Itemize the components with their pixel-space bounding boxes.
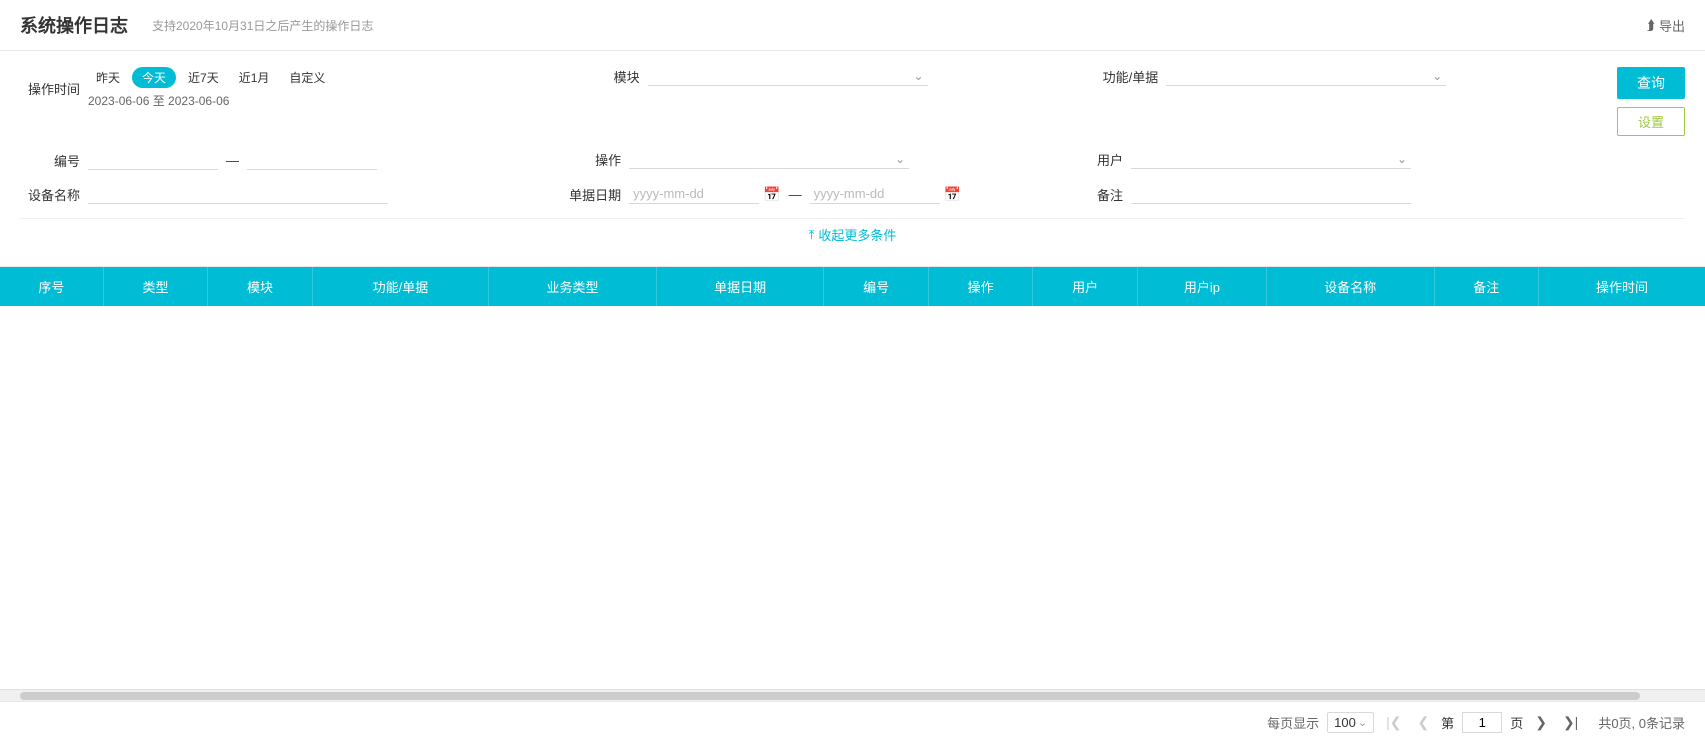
page-unit: 页	[1510, 713, 1523, 732]
settings-button[interactable]: 设置	[1617, 107, 1685, 136]
collapse-label: 收起更多条件	[818, 225, 896, 244]
time-label: 操作时间	[20, 79, 80, 98]
col-operation: 操作	[928, 267, 1032, 306]
operation-label: 操作	[561, 150, 621, 169]
operation-select-arrow: ⌄	[895, 152, 905, 166]
page-prev-button[interactable]: ❮	[1413, 712, 1433, 733]
device-label: 设备名称	[20, 185, 80, 204]
col-type: 类型	[103, 267, 207, 306]
col-function: 功能/单据	[312, 267, 488, 306]
export-button[interactable]: ⮭ 导出	[1647, 16, 1685, 35]
number-input-from[interactable]	[88, 150, 218, 170]
filter-user: 用户 ⌄	[1053, 150, 1545, 169]
query-button[interactable]: 查询	[1617, 67, 1685, 99]
remark-label: 备注	[1053, 185, 1123, 204]
filter-function: 功能/单据 ⌄	[1088, 67, 1597, 86]
per-page-value: 100	[1334, 715, 1356, 730]
operation-select[interactable]: ⌄	[629, 150, 909, 169]
filter-number: 编号 —	[20, 150, 561, 170]
col-userip: 用户ip	[1137, 267, 1266, 306]
date-dash: —	[789, 187, 802, 202]
time-range: 2023-06-06 至 2023-06-06	[88, 92, 333, 109]
module-select[interactable]: ⌄	[648, 67, 928, 86]
time-btn-today[interactable]: 今天	[132, 67, 176, 88]
page-last-button[interactable]: ❯|	[1559, 712, 1582, 733]
time-filter-group: 昨天 今天 近7天 近1月 自定义 2023-06-06 至 2023-06-0…	[88, 67, 333, 109]
filter-date: 单据日期 📅 — 📅	[561, 184, 1053, 204]
table-header-row: 序号 类型 模块 功能/单据 业务类型 单据日期 编号 操作 用户 用户ip 设…	[0, 267, 1705, 306]
page-first-button[interactable]: |❮	[1382, 712, 1405, 733]
remark-input[interactable]	[1131, 184, 1411, 204]
col-remark: 备注	[1434, 267, 1538, 306]
table-body	[0, 306, 1705, 666]
time-btn-custom[interactable]: 自定义	[281, 67, 333, 88]
scrollbar-thumb[interactable]	[20, 692, 1640, 700]
page-total: 共0页, 0条记录	[1598, 713, 1685, 732]
page-wrapper: 系统操作日志 支持2020年10月31日之后产生的操作日志 ⮭ 导出 操作时间 …	[0, 0, 1705, 743]
device-input[interactable]	[88, 184, 388, 204]
export-label: 导出	[1659, 16, 1685, 35]
filter-row-2: 编号 — 操作 ⌄ 用户 ⌄	[20, 150, 1685, 170]
filter-row-1: 操作时间 昨天 今天 近7天 近1月 自定义 2023-06-06 至 2023…	[20, 67, 1685, 136]
table-wrapper: 序号 类型 模块 功能/单据 业务类型 单据日期 编号 操作 用户 用户ip 设…	[0, 267, 1705, 689]
filter-area: 操作时间 昨天 今天 近7天 近1月 自定义 2023-06-06 至 2023…	[0, 51, 1705, 267]
page-next-button[interactable]: ❯	[1531, 712, 1551, 733]
date-label: 单据日期	[561, 185, 621, 204]
action-buttons: 查询 设置	[1617, 67, 1685, 136]
collapse-icon: ⤒	[809, 227, 815, 243]
page-label: 第	[1441, 713, 1454, 732]
filter-module: 模块 ⌄	[580, 67, 1089, 86]
data-table: 序号 类型 模块 功能/单据 业务类型 单据日期 编号 操作 用户 用户ip 设…	[0, 267, 1705, 666]
collapse-bar[interactable]: ⤒ 收起更多条件	[20, 218, 1685, 250]
module-select-arrow: ⌄	[914, 69, 924, 83]
number-dash: —	[226, 153, 239, 168]
user-select[interactable]: ⌄	[1131, 150, 1411, 169]
col-index: 序号	[0, 267, 103, 306]
col-device: 设备名称	[1266, 267, 1434, 306]
per-page-label: 每页显示	[1267, 713, 1319, 732]
col-optime: 操作时间	[1539, 267, 1705, 306]
table-header: 序号 类型 模块 功能/单据 业务类型 单据日期 编号 操作 用户 用户ip 设…	[0, 267, 1705, 306]
pagination-bar: 每页显示 100 ⌄ |❮ ❮ 第 页 ❯ ❯| 共0页, 0条记录	[0, 701, 1705, 743]
time-btn-yesterday[interactable]: 昨天	[88, 67, 128, 88]
scrollbar-area[interactable]	[0, 689, 1705, 701]
time-btn-1month[interactable]: 近1月	[231, 67, 278, 88]
date-input-group: 📅 — 📅	[629, 184, 961, 204]
col-biztype: 业务类型	[489, 267, 657, 306]
function-select-arrow: ⌄	[1432, 69, 1442, 83]
user-select-arrow: ⌄	[1397, 152, 1407, 166]
function-select[interactable]: ⌄	[1166, 67, 1446, 86]
per-page-select[interactable]: 100 ⌄	[1327, 712, 1374, 733]
date-input-from[interactable]	[629, 184, 759, 204]
module-label: 模块	[580, 67, 640, 86]
filter-device: 设备名称	[20, 184, 561, 204]
col-user: 用户	[1033, 267, 1137, 306]
col-date: 单据日期	[656, 267, 824, 306]
time-buttons: 昨天 今天 近7天 近1月 自定义	[88, 67, 333, 88]
page-title: 系统操作日志	[20, 12, 128, 38]
col-module: 模块	[208, 267, 312, 306]
user-label: 用户	[1053, 150, 1123, 169]
filter-time: 操作时间 昨天 今天 近7天 近1月 自定义 2023-06-06 至 2023…	[20, 67, 580, 109]
page-subtitle: 支持2020年10月31日之后产生的操作日志	[152, 17, 373, 34]
per-page-arrow: ⌄	[1358, 716, 1367, 729]
calendar-icon-1[interactable]: 📅	[763, 186, 780, 203]
number-input-to[interactable]	[247, 150, 377, 170]
function-label: 功能/单据	[1088, 67, 1158, 86]
export-icon: ⮭	[1647, 17, 1655, 34]
time-btn-7days[interactable]: 近7天	[180, 67, 227, 88]
number-label: 编号	[20, 151, 80, 170]
col-number: 编号	[824, 267, 928, 306]
filter-operation: 操作 ⌄	[561, 150, 1053, 169]
page-header: 系统操作日志 支持2020年10月31日之后产生的操作日志 ⮭ 导出	[0, 0, 1705, 51]
filter-remark: 备注	[1053, 184, 1545, 204]
filter-row-3: 设备名称 单据日期 📅 — 📅 备注	[20, 184, 1685, 204]
page-input[interactable]	[1462, 712, 1502, 733]
calendar-icon-2[interactable]: 📅	[944, 186, 961, 203]
date-input-to[interactable]	[810, 184, 940, 204]
